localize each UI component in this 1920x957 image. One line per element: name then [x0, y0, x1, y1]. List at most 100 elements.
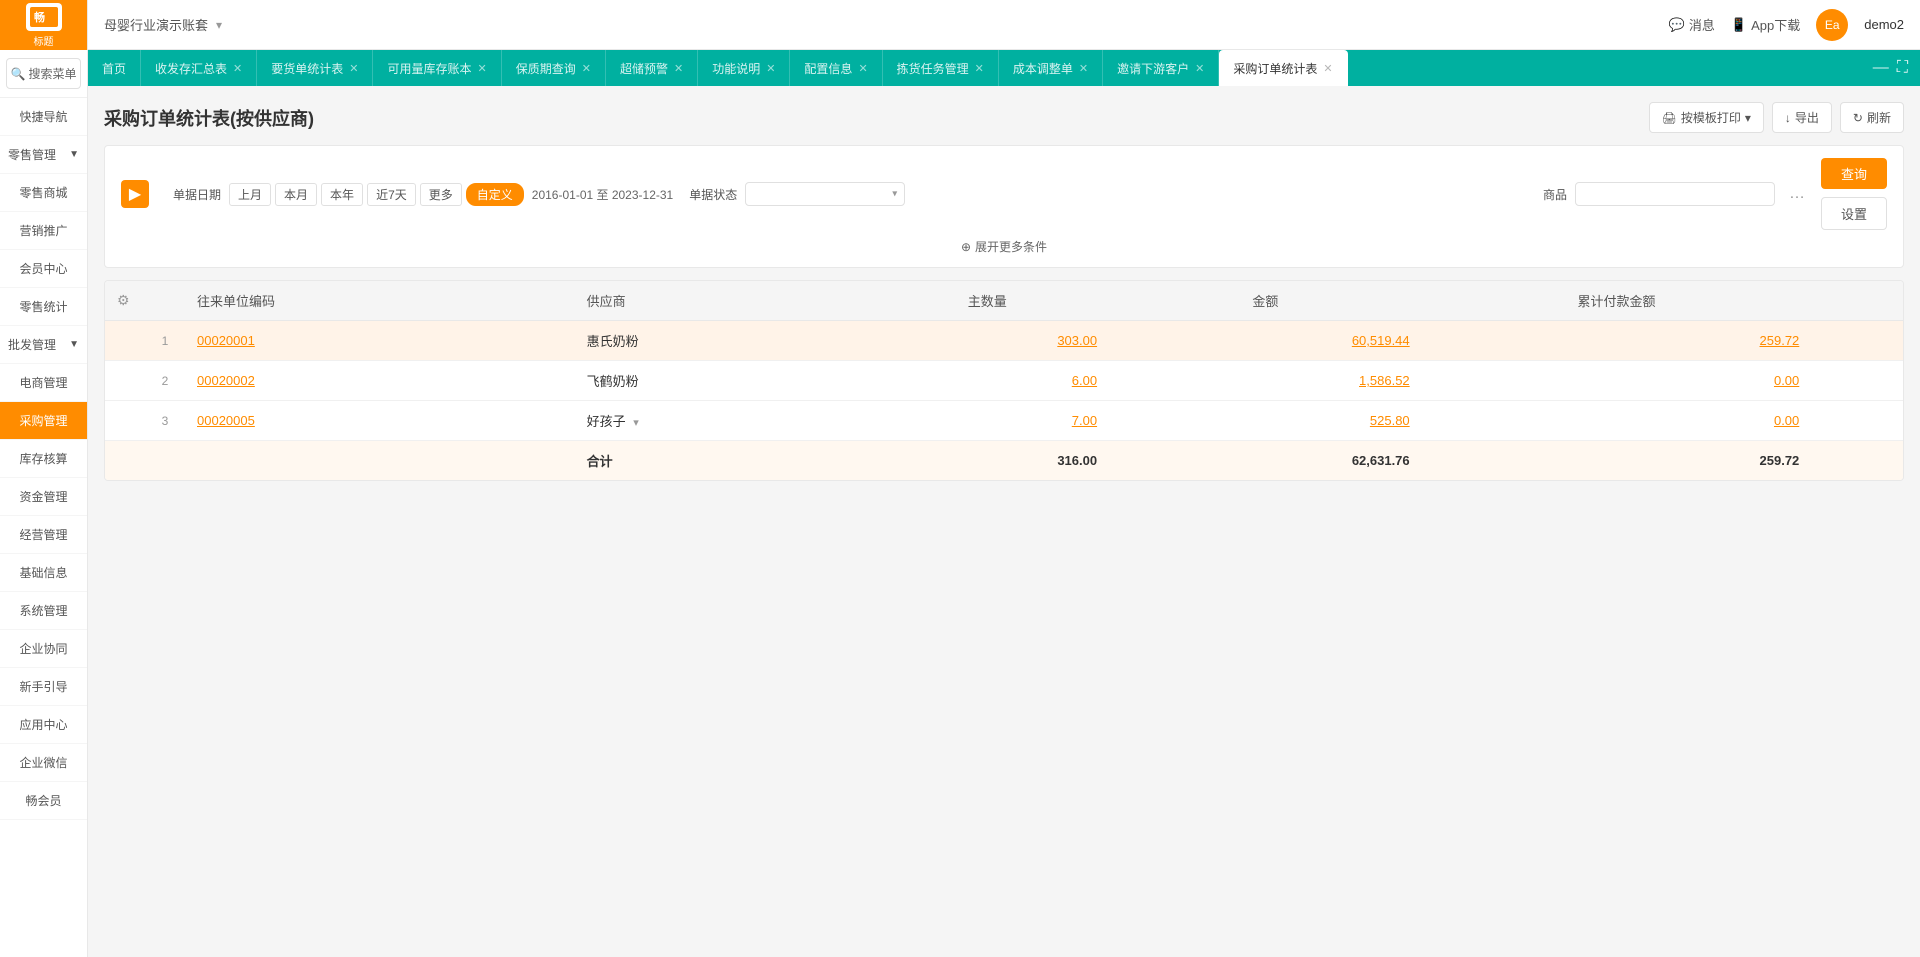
filter-toggle-button[interactable]: ▶ — [121, 180, 149, 208]
more-dates-button[interactable]: 更多 — [420, 183, 462, 206]
sidebar-item-basic-info[interactable]: 基础信息 — [0, 554, 87, 592]
expand-supplier-icon[interactable]: ▾ — [633, 417, 639, 429]
topbar-right: 💬 消息 📱 App下载 Ea demo2 — [1669, 9, 1904, 41]
tab-close-shelf-life[interactable]: ✕ — [582, 62, 591, 75]
extra-cell — [1811, 361, 1903, 401]
tab-picking-task[interactable]: 拣货任务管理 ✕ — [883, 50, 999, 86]
tab-invite-downstream[interactable]: 邀请下游客户 ✕ — [1103, 50, 1219, 86]
sidebar-item-vip[interactable]: 畅会员 — [0, 782, 87, 820]
table-header: ⚙ 往来单位编码 供应商 主数量 金额 累计付款金额 — [105, 281, 1903, 321]
sidebar-item-new-guide[interactable]: 新手引导 — [0, 668, 87, 706]
tab-shelf-life[interactable]: 保质期查询 ✕ — [502, 50, 606, 86]
sidebar-item-retail-shop[interactable]: 零售商城 — [0, 174, 87, 212]
paid-amount-link[interactable]: 0.00 — [1774, 373, 1799, 388]
tab-cost-adjust[interactable]: 成本调整单 ✕ — [999, 50, 1103, 86]
quantity-link[interactable]: 7.00 — [1072, 413, 1097, 428]
refresh-button[interactable]: ↻ 刷新 — [1840, 102, 1904, 133]
search-menu-button[interactable]: 🔍 搜索菜单 — [6, 58, 81, 89]
message-button[interactable]: 💬 消息 — [1669, 15, 1715, 34]
paid-amount-link[interactable]: 259.72 — [1760, 333, 1800, 348]
user-avatar[interactable]: Ea — [1816, 9, 1848, 41]
column-settings-icon[interactable]: ⚙ — [117, 292, 130, 308]
filter-status-item: 单据状态 — [689, 182, 905, 206]
extra-cell — [1811, 401, 1903, 441]
tab-function-desc[interactable]: 功能说明 ✕ — [698, 50, 790, 86]
tabbar: 首页 收发存汇总表 ✕ 要货单统计表 ✕ 可用量库存账本 ✕ 保质期查询 ✕ 超… — [88, 50, 1920, 86]
footer-settings-cell — [105, 441, 145, 481]
quantity-link[interactable]: 6.00 — [1072, 373, 1097, 388]
supplier-code-link[interactable]: 00020002 — [197, 373, 255, 388]
tab-receive-send[interactable]: 收发存汇总表 ✕ — [141, 50, 257, 86]
sidebar-item-marketing[interactable]: 营销推广 — [0, 212, 87, 250]
sidebar-item-inventory[interactable]: 库存核算 — [0, 440, 87, 478]
sidebar-item-operations[interactable]: 经营管理 — [0, 516, 87, 554]
status-select-wrapper — [745, 182, 905, 206]
print-template-button[interactable]: 🖨 按模板打印 ▾ — [1649, 102, 1764, 133]
status-filter-label: 单据状态 — [689, 186, 737, 203]
sidebar-item-member-center[interactable]: 会员中心 — [0, 250, 87, 288]
settings-column-header: ⚙ — [105, 281, 145, 321]
tab-close-receive-send[interactable]: ✕ — [233, 62, 242, 75]
tab-close-config-info[interactable]: ✕ — [858, 62, 867, 75]
sidebar-item-retail-management[interactable]: 零售管理 ▼ — [0, 136, 87, 174]
tab-minimize-button[interactable]: — — [1873, 60, 1889, 76]
tab-close-purchase-order-stats[interactable]: ✕ — [1323, 62, 1332, 75]
tab-config-info[interactable]: 配置信息 ✕ — [790, 50, 882, 86]
this-year-button[interactable]: 本年 — [321, 183, 363, 206]
sidebar-item-purchase[interactable]: 采购管理 — [0, 402, 87, 440]
expand-icon: ⊕ — [961, 240, 971, 254]
this-month-button[interactable]: 本月 — [275, 183, 317, 206]
sidebar-item-retail-stats[interactable]: 零售统计 — [0, 288, 87, 326]
settings-button[interactable]: 设置 — [1821, 197, 1887, 230]
amount-cell: 525.80 — [1109, 401, 1422, 441]
goods-filter-input[interactable] — [1575, 182, 1775, 206]
supplier-code-link[interactable]: 00020005 — [197, 413, 255, 428]
tab-close-invite-downstream[interactable]: ✕ — [1195, 62, 1204, 75]
quantity-cell: 7.00 — [866, 401, 1110, 441]
amount-link[interactable]: 60,519.44 — [1352, 333, 1410, 348]
sidebar-item-finance[interactable]: 资金管理 — [0, 478, 87, 516]
app-download-button[interactable]: 📱 App下载 — [1731, 15, 1800, 34]
sidebar-item-quick-nav[interactable]: 快捷导航 — [0, 98, 87, 136]
sidebar-item-enterprise-wechat[interactable]: 企业微信 — [0, 744, 87, 782]
sidebar-item-ecommerce[interactable]: 电商管理 — [0, 364, 87, 402]
sidebar-item-wholesale[interactable]: 批发管理 ▼ — [0, 326, 87, 364]
svg-text:畅: 畅 — [34, 10, 45, 24]
app-logo[interactable]: 畅 标题 — [0, 0, 87, 50]
expand-more-conditions-button[interactable]: ⊕ 展开更多条件 — [961, 238, 1047, 255]
custom-date-button[interactable]: 自定义 — [466, 183, 524, 206]
7days-button[interactable]: 近7天 — [367, 183, 416, 206]
tab-available-stock[interactable]: 可用量库存账本 ✕ — [373, 50, 501, 86]
query-button[interactable]: 查询 — [1821, 158, 1887, 189]
amount-link[interactable]: 1,586.52 — [1359, 373, 1410, 388]
tab-purchase-order-stats[interactable]: 采购订单统计表 ✕ — [1219, 50, 1347, 86]
last-month-button[interactable]: 上月 — [229, 183, 271, 206]
sidebar-item-enterprise[interactable]: 企业协同 — [0, 630, 87, 668]
supplier-code-link[interactable]: 00020001 — [197, 333, 255, 348]
sidebar-item-app-center[interactable]: 应用中心 — [0, 706, 87, 744]
quantity-cell: 303.00 — [866, 321, 1110, 361]
tab-close-overstock-warning[interactable]: ✕ — [674, 62, 683, 75]
tab-close-picking-task[interactable]: ✕ — [975, 62, 984, 75]
supplier-name-cell: 好孩子 ▾ — [575, 401, 866, 441]
tab-home[interactable]: 首页 — [88, 50, 141, 86]
page-title: 采购订单统计表(按供应商) — [104, 105, 314, 131]
amount-link[interactable]: 525.80 — [1370, 413, 1410, 428]
tab-close-function-desc[interactable]: ✕ — [766, 62, 775, 75]
logo-icon: 畅 — [26, 3, 62, 31]
quantity-link[interactable]: 303.00 — [1057, 333, 1097, 348]
tab-goods-stats[interactable]: 要货单统计表 ✕ — [257, 50, 373, 86]
purchase-order-stats-table: ⚙ 往来单位编码 供应商 主数量 金额 累计付款金额 — [105, 281, 1903, 480]
tab-maximize-button[interactable]: ⛶ — [1897, 60, 1908, 76]
workspace-dropdown-icon[interactable]: ▾ — [216, 18, 222, 32]
paid-amount-link[interactable]: 0.00 — [1774, 413, 1799, 428]
tab-close-available-stock[interactable]: ✕ — [478, 62, 487, 75]
sidebar-item-system[interactable]: 系统管理 — [0, 592, 87, 630]
goods-filter-more-icon[interactable]: … — [1789, 185, 1805, 203]
tab-overstock-warning[interactable]: 超储预警 ✕ — [606, 50, 698, 86]
row-num-cell: 2 — [145, 361, 185, 401]
tab-close-cost-adjust[interactable]: ✕ — [1079, 62, 1088, 75]
export-button[interactable]: ↓ 导出 — [1772, 102, 1832, 133]
status-select[interactable] — [745, 182, 905, 206]
tab-close-goods-stats[interactable]: ✕ — [349, 62, 358, 75]
